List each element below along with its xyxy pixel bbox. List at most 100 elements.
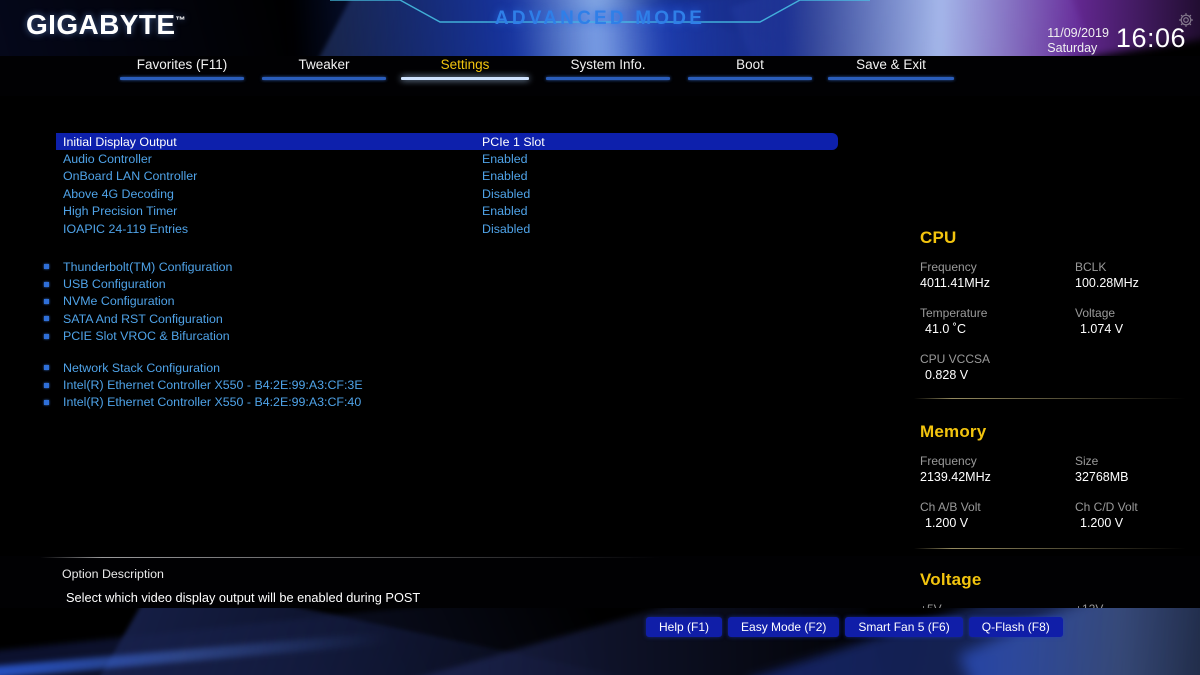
footer-graphic-2: [94, 608, 666, 675]
submenu-group-network: Network Stack Configuration Intel(R) Eth…: [44, 359, 363, 411]
tab-favorites-underline: [120, 77, 244, 80]
hw-key: Frequency: [920, 454, 977, 468]
hw-cpu-grid: Frequency 4011.41MHz BCLK 100.28MHz Temp…: [920, 260, 1190, 383]
hw-key: Ch C/D Volt: [1075, 500, 1138, 514]
option-value: Enabled: [482, 169, 528, 184]
main-nav-tabs: Favorites (F11) Tweaker Settings System …: [0, 56, 1200, 90]
datetime-display: 11/09/2019 Saturday 16:06: [1047, 24, 1186, 56]
bullet-icon: [44, 316, 49, 322]
submenu-item-pcie-slot-vroc-bifurcation[interactable]: PCIE Slot VROC & Bifurcation: [44, 328, 232, 345]
bullet-icon: [44, 382, 49, 388]
tab-save-exit[interactable]: Save & Exit: [826, 56, 956, 86]
bullet-icon: [44, 333, 49, 339]
submenu-label: Intel(R) Ethernet Controller X550 - B4:2…: [63, 395, 362, 410]
hw-key: CPU VCCSA: [920, 352, 991, 366]
hw-value: 2139.42MHz: [920, 470, 991, 484]
option-label: OnBoard LAN Controller: [63, 169, 198, 184]
tab-system-info-underline: [546, 77, 670, 80]
function-key-buttons: Help (F1) Easy Mode (F2) Smart Fan 5 (F6…: [646, 617, 1063, 637]
hw-section-cpu: CPU Frequency 4011.41MHz BCLK 100.28MHz …: [920, 228, 1190, 383]
advanced-mode-label: ADVANCED MODE: [494, 8, 706, 29]
submenu-item-network-stack-configuration[interactable]: Network Stack Configuration: [44, 359, 363, 376]
option-label: Audio Controller: [63, 152, 152, 167]
hw-cpu-title: CPU: [920, 228, 957, 247]
main-content: Initial Display Output PCIe 1 Slot Audio…: [0, 96, 1200, 632]
footer-graphic-1: [0, 608, 725, 675]
easy-mode-button[interactable]: Easy Mode (F2): [728, 617, 840, 637]
settings-option-list: Initial Display Output PCIe 1 Slot Audio…: [56, 133, 846, 237]
option-value: PCIe 1 Slot: [482, 134, 545, 149]
q-flash-button[interactable]: Q-Flash (F8): [968, 617, 1063, 637]
bullet-icon: [44, 298, 49, 304]
hardware-monitor-panel: CPU Frequency 4011.41MHz BCLK 100.28MHz …: [900, 192, 1200, 652]
option-description-text: Select which video display output will b…: [66, 590, 421, 605]
hw-memory-grid: Frequency 2139.42MHz Size 32768MB Ch A/B…: [920, 454, 1190, 534]
option-label: Initial Display Output: [63, 134, 177, 149]
footer-bar: Help (F1) Easy Mode (F2) Smart Fan 5 (F6…: [0, 608, 1200, 675]
tab-boot[interactable]: Boot: [684, 56, 816, 86]
hw-memory-size: Size 32768MB: [1075, 454, 1129, 485]
option-row-high-precision-timer[interactable]: High Precision Timer Enabled: [56, 203, 846, 220]
tab-system-info[interactable]: System Info.: [542, 56, 674, 86]
submenu-label: PCIE Slot VROC & Bifurcation: [63, 329, 230, 344]
option-row-initial-display-output[interactable]: Initial Display Output PCIe 1 Slot: [56, 133, 838, 151]
tab-save-exit-underline: [828, 77, 954, 80]
hw-value: 0.828 V: [925, 368, 969, 382]
tab-boot-underline: [688, 77, 812, 80]
submenu-item-intel-ethernet-x550-cf3e[interactable]: Intel(R) Ethernet Controller X550 - B4:2…: [44, 376, 363, 393]
hw-value: 4011.41MHz: [920, 276, 990, 290]
tab-tweaker[interactable]: Tweaker: [258, 56, 390, 86]
description-divider: [40, 557, 660, 558]
footer-graphic-6: [0, 631, 390, 675]
submenu-label: USB Configuration: [63, 277, 166, 292]
hw-key: Ch A/B Volt: [920, 500, 981, 514]
hw-memory-title: Memory: [920, 422, 987, 441]
hw-value: 1.200 V: [1080, 516, 1124, 530]
tab-settings-underline: [401, 77, 529, 80]
option-description-block: Option Description Select which video di…: [62, 566, 420, 606]
bios-screen: GIGABYTE™ ADVANCED MODE 11/09/2019 Satur…: [0, 0, 1200, 675]
tab-boot-label: Boot: [736, 57, 764, 72]
hw-voltage-title: Voltage: [920, 570, 982, 589]
advanced-mode-badge: ADVANCED MODE: [0, 8, 1200, 30]
tab-system-info-label: System Info.: [570, 57, 646, 72]
hw-value: 1.200 V: [925, 516, 969, 530]
gear-icon[interactable]: [1178, 12, 1194, 28]
tab-favorites-label: Favorites (F11): [136, 57, 228, 72]
hw-key: BCLK: [1075, 260, 1107, 274]
option-value: Enabled: [482, 152, 528, 167]
hw-divider-memory: [914, 398, 1186, 399]
submenu-label: NVMe Configuration: [63, 294, 175, 309]
smart-fan-button[interactable]: Smart Fan 5 (F6): [845, 617, 963, 637]
hw-memory-frequency: Frequency 2139.42MHz: [920, 454, 991, 485]
option-row-onboard-lan-controller[interactable]: OnBoard LAN Controller Enabled: [56, 168, 846, 185]
option-row-above-4g-decoding[interactable]: Above 4G Decoding Disabled: [56, 185, 846, 202]
submenu-label: Intel(R) Ethernet Controller X550 - B4:2…: [63, 378, 363, 393]
submenu-item-usb-configuration[interactable]: USB Configuration: [44, 275, 232, 292]
bullet-icon: [44, 399, 49, 405]
hw-divider-voltage: [914, 548, 1186, 549]
hw-memory-ch-ab-volt: Ch A/B Volt 1.200 V: [920, 500, 981, 531]
option-row-audio-controller[interactable]: Audio Controller Enabled: [56, 150, 846, 167]
submenu-label: SATA And RST Configuration: [63, 311, 223, 326]
tab-tweaker-label: Tweaker: [298, 57, 350, 72]
hw-cpu-vccsa: CPU VCCSA 0.828 V: [920, 352, 990, 383]
submenu-item-sata-rst-configuration[interactable]: SATA And RST Configuration: [44, 310, 232, 327]
hw-cpu-bclk: BCLK 100.28MHz: [1075, 260, 1139, 291]
hw-key: Size: [1075, 454, 1099, 468]
submenu-item-thunderbolt-configuration[interactable]: Thunderbolt(TM) Configuration: [44, 258, 232, 275]
option-label: IOAPIC 24-119 Entries: [63, 221, 189, 236]
hw-value: 41.0 ˚C: [925, 322, 966, 336]
hw-key: Frequency: [920, 260, 977, 274]
option-row-ioapic-entries[interactable]: IOAPIC 24-119 Entries Disabled: [56, 220, 846, 237]
tab-favorites[interactable]: Favorites (F11): [113, 56, 251, 86]
hw-section-memory: Memory Frequency 2139.42MHz Size 32768MB…: [920, 422, 1190, 534]
option-value: Enabled: [482, 204, 528, 219]
help-button[interactable]: Help (F1): [646, 617, 723, 637]
hw-memory-ch-cd-volt: Ch C/D Volt 1.200 V: [1075, 500, 1138, 531]
hw-key: Voltage: [1075, 306, 1116, 320]
hw-value: 100.28MHz: [1075, 276, 1139, 290]
tab-settings[interactable]: Settings: [398, 56, 532, 86]
submenu-item-intel-ethernet-x550-cf40[interactable]: Intel(R) Ethernet Controller X550 - B4:2…: [44, 394, 363, 411]
submenu-item-nvme-configuration[interactable]: NVMe Configuration: [44, 293, 232, 310]
